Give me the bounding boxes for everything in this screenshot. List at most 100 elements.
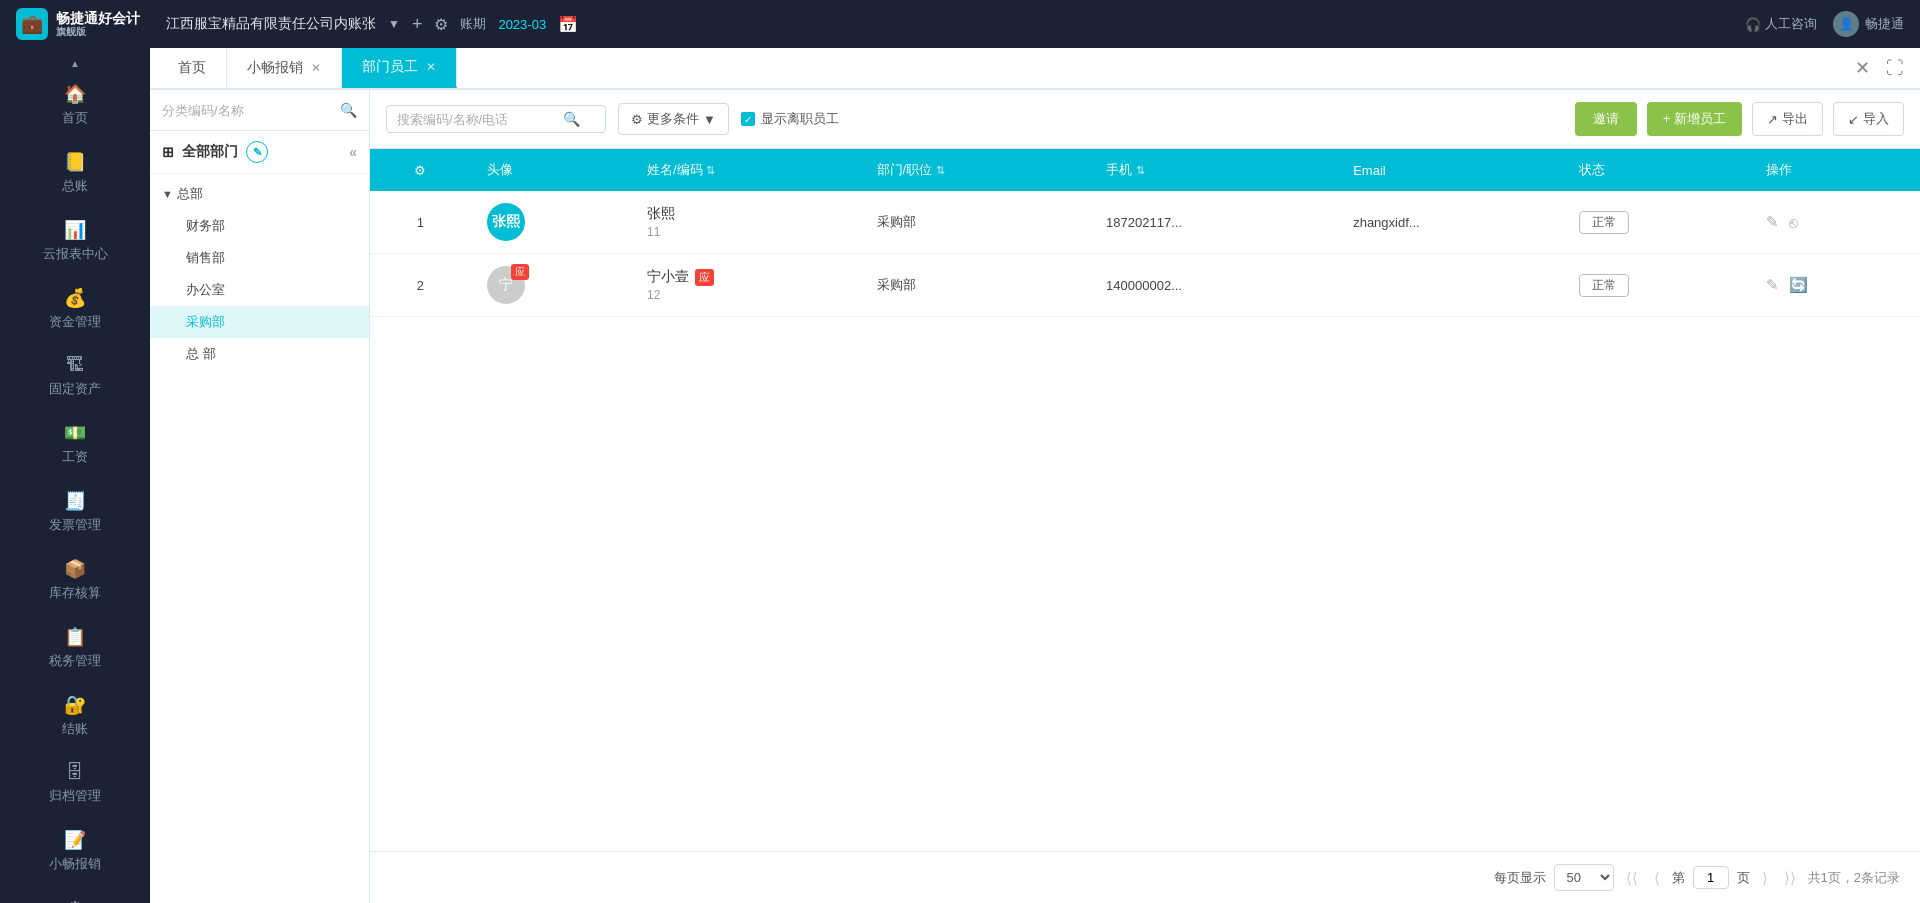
sidebar-item-funds[interactable]: 💰 资金管理 — [0, 275, 150, 343]
service-button[interactable]: 🎧 人工咨询 — [1745, 15, 1817, 33]
page-label: 第 — [1672, 869, 1685, 887]
scroll-up[interactable]: ▲ — [0, 56, 150, 71]
employee-toolbar: 🔍 ⚙ 更多条件 ▼ 显示离职员工 邀请 — [370, 90, 1920, 149]
row2-status: 正常 — [1563, 254, 1751, 317]
logout-row1-button[interactable]: ⎋ — [1789, 214, 1798, 231]
dept-node-zongbu-sub[interactable]: 总 部 — [150, 338, 369, 370]
th-phone[interactable]: 手机 ⇅ — [1090, 149, 1337, 191]
add-employee-button[interactable]: + 新增员工 — [1647, 102, 1742, 136]
th-dept-pos[interactable]: 部门/职位 ⇅ — [861, 149, 1091, 191]
resigned-checkbox[interactable] — [741, 112, 755, 126]
sidebar-item-invoice[interactable]: 🧾 发票管理 — [0, 478, 150, 546]
add-company-button[interactable]: + — [412, 14, 423, 35]
filter-button[interactable]: ⚙ 更多条件 ▼ — [618, 103, 729, 135]
sidebar-item-settings[interactable]: ⚙ 基础设置 — [0, 885, 150, 903]
sidebar-item-payroll[interactable]: 💵 工资 — [0, 410, 150, 478]
sidebar-item-home[interactable]: 🏠 首页 — [0, 71, 150, 139]
sidebar-label-closing: 结账 — [62, 720, 88, 738]
tax-icon: 📋 — [64, 626, 86, 648]
sidebar-item-tax[interactable]: 📋 税务管理 — [0, 614, 150, 682]
first-page-button[interactable]: ⟨⟨ — [1622, 867, 1642, 889]
filter-chevron: ▼ — [703, 112, 716, 127]
sidebar-label-archive: 归档管理 — [49, 787, 101, 805]
reports-icon: 📊 — [64, 219, 86, 241]
row1-email: zhangxidf... — [1337, 191, 1563, 254]
sidebar-item-reports[interactable]: 📊 云报表中心 — [0, 207, 150, 275]
dept-node-zongbu-parent[interactable]: ▼ 总部 — [150, 178, 369, 210]
sidebar-label-payroll: 工资 — [62, 448, 88, 466]
show-resigned-label: 显示离职员工 — [761, 110, 839, 128]
export-button[interactable]: ↗ 导出 — [1752, 102, 1823, 136]
import-button[interactable]: ↙ 导入 — [1833, 102, 1904, 136]
row2-dept: 采购部 — [861, 254, 1091, 317]
edit-dept-button[interactable]: ✎ — [246, 141, 268, 163]
content-area: 首页 小畅报销 ✕ 部门员工 ✕ ✕ ⛶ 🔍 — [150, 48, 1920, 903]
last-page-button[interactable]: ⟩⟩ — [1780, 867, 1800, 889]
tab-home[interactable]: 首页 — [158, 48, 227, 88]
th-email: Email — [1337, 149, 1563, 191]
dept-node-bangong[interactable]: 办公室 — [150, 274, 369, 306]
closing-icon: 🔐 — [64, 694, 86, 716]
tab-expense[interactable]: 小畅报销 ✕ — [227, 48, 342, 88]
sidebar-item-closing[interactable]: 🔐 结账 — [0, 682, 150, 750]
ledger-icon: 📒 — [64, 151, 86, 173]
company-dropdown[interactable]: ▼ — [388, 17, 400, 31]
dept-search-input[interactable] — [162, 103, 332, 118]
dept-node-xiaoshou[interactable]: 销售部 — [150, 242, 369, 274]
topbar: 💼 畅捷通好会计 旗舰版 江西服宝精品有限责任公司内账张 ▼ + ⚙ 账期 20… — [0, 0, 1920, 48]
employee-search-icon[interactable]: 🔍 — [563, 111, 580, 127]
dept-node-bangong-label: 办公室 — [186, 281, 225, 299]
sidebar-item-inventory[interactable]: 📦 库存核算 — [0, 546, 150, 614]
row2-phone: 140000002... — [1090, 254, 1337, 317]
settings-icon[interactable]: ⚙ — [434, 15, 448, 34]
sidebar-item-ledger[interactable]: 📒 总账 — [0, 139, 150, 207]
collapse-panel-icon[interactable]: « — [349, 144, 357, 160]
expense-icon: 📝 — [64, 829, 86, 851]
dept-node-caiwu[interactable]: 财务部 — [150, 210, 369, 242]
import-icon: ↙ — [1848, 112, 1859, 127]
page-size-select[interactable]: 50 10 20 100 — [1554, 864, 1614, 891]
th-actions: 操作 — [1750, 149, 1920, 191]
sidebar: ▲ 🏠 首页 📒 总账 📊 云报表中心 💰 资金管理 🏗 固定资产 💵 工资 🧾… — [0, 48, 150, 903]
expand-button[interactable]: ⛶ — [1882, 54, 1908, 83]
page-total: 共1页，2条记录 — [1808, 869, 1900, 887]
row2-actions: ✎ 🔄 — [1750, 254, 1920, 317]
filter-icon: ⚙ — [631, 112, 643, 127]
page-content: 🔍 ⊞ 全部部门 ✎ « ▼ 总部 财务部 — [150, 90, 1920, 903]
dept-tree-header: ⊞ 全部部门 ✎ « — [150, 131, 369, 174]
calendar-icon[interactable]: 📅 — [558, 15, 578, 34]
tab-department[interactable]: 部门员工 ✕ — [342, 48, 457, 88]
delete-row2-button[interactable]: 🔄 — [1789, 276, 1808, 294]
next-page-button[interactable]: ⟩ — [1758, 867, 1772, 889]
tab-department-label: 部门员工 — [362, 58, 418, 76]
edit-row1-button[interactable]: ✎ — [1766, 213, 1779, 231]
dept-node-caigou[interactable]: 采购部 — [150, 306, 369, 338]
page-size-label: 每页显示 — [1494, 869, 1546, 887]
sidebar-item-archive[interactable]: 🗄 归档管理 — [0, 750, 150, 817]
dept-search-icon[interactable]: 🔍 — [340, 102, 357, 118]
prev-page-button[interactable]: ⟨ — [1650, 867, 1664, 889]
sidebar-label-inventory: 库存核算 — [49, 584, 101, 602]
dept-node-caiwu-label: 财务部 — [186, 217, 225, 235]
page-input[interactable] — [1693, 866, 1729, 889]
assets-icon: 🏗 — [66, 355, 84, 376]
th-name-code[interactable]: 姓名/编码 ⇅ — [631, 149, 861, 191]
user-avatar: 👤 — [1833, 11, 1859, 37]
tab-department-close[interactable]: ✕ — [426, 60, 436, 74]
service-label: 人工咨询 — [1765, 15, 1817, 33]
close-tab-button[interactable]: ✕ — [1851, 53, 1874, 83]
user-menu[interactable]: 👤 畅捷通 — [1833, 11, 1904, 37]
show-resigned-toggle: 显示离职员工 — [741, 110, 839, 128]
dept-node-xiaoshou-label: 销售部 — [186, 249, 225, 267]
employee-search-input[interactable] — [397, 112, 557, 127]
th-settings[interactable]: ⚙ — [370, 149, 471, 191]
all-dept-label: 全部部门 — [182, 143, 238, 161]
sidebar-item-assets[interactable]: 🏗 固定资产 — [0, 343, 150, 410]
tab-expense-close[interactable]: ✕ — [311, 61, 321, 75]
edit-row2-button[interactable]: ✎ — [1766, 276, 1779, 294]
sidebar-item-expense[interactable]: 📝 小畅报销 — [0, 817, 150, 885]
invite-button[interactable]: 邀请 — [1575, 102, 1637, 136]
employee-search-box: 🔍 — [386, 105, 606, 133]
sidebar-label-tax: 税务管理 — [49, 652, 101, 670]
sidebar-label-invoice: 发票管理 — [49, 516, 101, 534]
